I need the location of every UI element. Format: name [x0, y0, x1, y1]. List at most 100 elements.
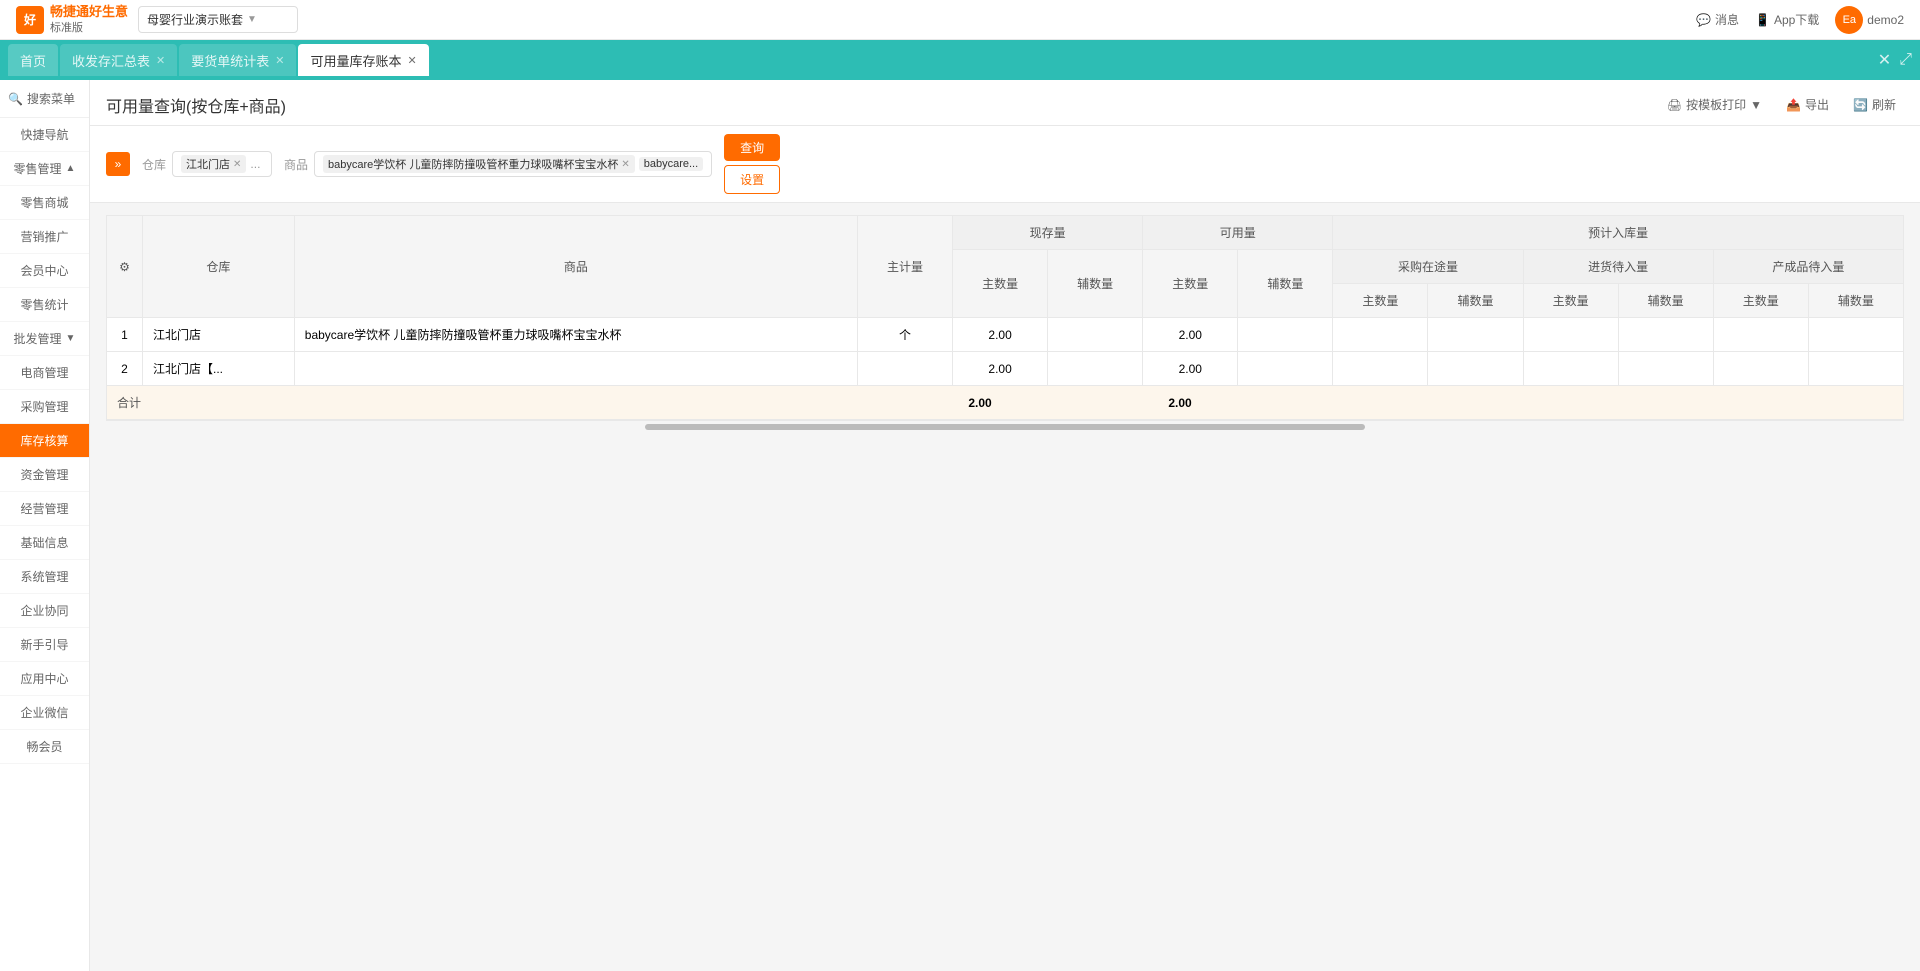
sidebar-item-finance[interactable]: 资金管理 — [0, 458, 89, 492]
purchase-label: 采购管理 — [20, 398, 68, 415]
table-row: 1 江北门店 babycare学饮杯 儿童防摔防撞吸管杯重力球吸嘴杯宝宝水杯 个… — [107, 318, 1904, 352]
purchase-transit-main: 主数量 — [1333, 284, 1428, 318]
settings-button[interactable]: 设置 — [724, 165, 780, 194]
scroll-thumb[interactable] — [645, 424, 1364, 430]
sidebar-item-operations[interactable]: 经营管理 — [0, 492, 89, 526]
row-curr-aux-0 — [1048, 318, 1143, 352]
table-current-stock-col: 现存量 — [953, 216, 1143, 250]
tab-receive-pay-close[interactable]: ✕ — [156, 54, 165, 67]
sidebar-item-ecommerce[interactable]: 电商管理 — [0, 356, 89, 390]
table-footer: 合计 2.00 2.00 — [106, 386, 1904, 420]
export-btn[interactable]: 📤 导出 — [1778, 92, 1837, 117]
table-available-qty-col: 可用量 — [1143, 216, 1333, 250]
sidebar-item-member-center[interactable]: 会员中心 — [0, 254, 89, 288]
tab-bar-actions: ✕ ⤢ — [1878, 50, 1912, 70]
data-table: ⚙ 仓库 商品 主计量 现存量 可用量 预计入库量 主数量 辅数量 主数量 辅数… — [106, 215, 1904, 386]
tab-demand-stats-close[interactable]: ✕ — [275, 54, 284, 67]
footer-label: 合计 — [117, 394, 267, 411]
brand-sub: 标准版 — [50, 21, 128, 35]
tab-available-inventory[interactable]: 可用量库存账本 ✕ — [298, 44, 428, 76]
refresh-btn[interactable]: 🔄 刷新 — [1845, 92, 1904, 117]
warehouse-tag-close[interactable]: ✕ — [233, 159, 241, 170]
sidebar-item-retail-store[interactable]: 零售商城 — [0, 186, 89, 220]
operations-label: 经营管理 — [20, 500, 68, 517]
footer-current-aux — [1030, 396, 1130, 410]
retail-store-label: 零售商城 — [20, 194, 68, 211]
product-tag-value: babycare学饮杯 儿童防摔防撞吸管杯重力球吸嘴杯宝宝水杯 — [328, 156, 618, 172]
page-header: 可用量查询(按仓库+商品) 🖨 按模板打印 ▼ 📤 导出 🔄 刷新 — [90, 80, 1920, 126]
row-prod-main-0 — [1713, 318, 1808, 352]
message-icon: 💬 — [1696, 13, 1711, 27]
sidebar-item-retail-stats[interactable]: 零售统计 — [0, 288, 89, 322]
sidebar-item-enterprise-wechat[interactable]: 企业微信 — [0, 696, 89, 730]
sidebar-item-retail-mgmt[interactable]: 零售管理 ▲ — [0, 152, 89, 186]
sidebar-item-batch-mgmt[interactable]: 批发管理 ▼ — [0, 322, 89, 356]
template-selector[interactable]: 母婴行业演示账套 ▼ — [138, 6, 298, 33]
row-curr-main-1: 2.00 — [953, 352, 1048, 386]
sidebar: 🔍 搜索菜单 快捷导航 零售管理 ▲ 零售商城 营销推广 会员中心 零售统计 批… — [0, 80, 90, 971]
content-area: 可用量查询(按仓库+商品) 🖨 按模板打印 ▼ 📤 导出 🔄 刷新 » — [90, 80, 1920, 971]
top-bar-right: 💬 消息 📱 App下载 Ea demo2 — [1696, 6, 1904, 34]
footer-available-main: 2.00 — [1130, 396, 1230, 410]
row-avail-main-1: 2.00 — [1143, 352, 1238, 386]
warehouse-tag: 江北门店 ✕ — [181, 155, 246, 173]
message-btn[interactable]: 💬 消息 — [1696, 11, 1739, 28]
newcomer-label: 新手引导 — [20, 636, 68, 653]
warehouse-tag-value: 江北门店 — [186, 156, 230, 172]
row-prod-main-1 — [1713, 352, 1808, 386]
basics-label: 基础信息 — [20, 534, 68, 551]
available-aux-qty-col: 辅数量 — [1238, 250, 1333, 318]
sidebar-item-app-center[interactable]: 应用中心 — [0, 662, 89, 696]
marketing-label: 营销推广 — [20, 228, 68, 245]
template-print-btn[interactable]: 🖨 按模板打印 ▼ — [1659, 92, 1770, 117]
sidebar-item-vip-member[interactable]: 畅会员 — [0, 730, 89, 764]
sidebar-item-purchase[interactable]: 采购管理 — [0, 390, 89, 424]
vip-member-label: 畅会员 — [26, 738, 62, 755]
search-icon: 🔍 — [8, 92, 23, 106]
filter-expand-btn[interactable]: » — [106, 152, 130, 176]
row-pend-aux-1 — [1618, 352, 1713, 386]
product-label: 商品 — [284, 156, 308, 173]
product-input[interactable]: babycare学饮杯 儿童防摔防撞吸管杯重力球吸嘴杯宝宝水杯 ✕ babyca… — [314, 151, 712, 177]
sidebar-search[interactable]: 🔍 搜索菜单 — [0, 80, 89, 118]
sidebar-item-system[interactable]: 系统管理 — [0, 560, 89, 594]
print-arrow-icon: ▼ — [1750, 98, 1762, 112]
table-settings-col[interactable]: ⚙ — [107, 216, 143, 318]
pending-goods-main: 主数量 — [1523, 284, 1618, 318]
logo-icon: 好 — [16, 6, 44, 34]
close-window-icon[interactable]: ✕ — [1878, 50, 1891, 70]
product-tag-close[interactable]: ✕ — [621, 159, 629, 170]
row-product-1 — [294, 352, 857, 386]
sidebar-item-marketing[interactable]: 营销推广 — [0, 220, 89, 254]
query-button[interactable]: 查询 — [724, 134, 780, 161]
quick-nav-label: 快捷导航 — [20, 126, 68, 143]
sidebar-item-newcomer[interactable]: 新手引导 — [0, 628, 89, 662]
tab-home[interactable]: 首页 — [8, 44, 58, 76]
chevron-icon-batch: ▼ — [66, 333, 76, 344]
sidebar-item-quick-nav[interactable]: 快捷导航 — [0, 118, 89, 152]
row-product-0: babycare学饮杯 儿童防摔防撞吸管杯重力球吸嘴杯宝宝水杯 — [294, 318, 857, 352]
warehouse-label: 仓库 — [142, 156, 166, 173]
sidebar-item-inventory[interactable]: 库存核算 — [0, 424, 89, 458]
user-area[interactable]: Ea demo2 — [1835, 6, 1904, 34]
tab-bar: 首页 收发存汇总表 ✕ 要货单统计表 ✕ 可用量库存账本 ✕ ✕ ⤢ — [0, 40, 1920, 80]
sidebar-item-basics[interactable]: 基础信息 — [0, 526, 89, 560]
brand-main: 畅捷通好生意 — [50, 4, 128, 21]
row-warehouse-0: 江北门店 — [143, 318, 295, 352]
warehouse-input[interactable]: 江北门店 ✕ ... — [172, 151, 272, 177]
filter-more-icon[interactable]: ... — [250, 157, 260, 171]
tab-home-label: 首页 — [20, 51, 46, 70]
tab-demand-stats[interactable]: 要货单统计表 ✕ — [179, 44, 296, 76]
sidebar-item-enterprise-collab[interactable]: 企业协同 — [0, 594, 89, 628]
tab-receive-pay[interactable]: 收发存汇总表 ✕ — [60, 44, 177, 76]
expand-icon[interactable]: ⤢ — [1899, 51, 1912, 69]
enterprise-wechat-label: 企业微信 — [20, 704, 68, 721]
current-main-qty-col: 主数量 — [953, 250, 1048, 318]
product-filter: 商品 babycare学饮杯 儿童防摔防撞吸管杯重力球吸嘴杯宝宝水杯 ✕ bab… — [284, 151, 712, 177]
purchase-transit-col: 采购在途量 — [1333, 250, 1523, 284]
app-download-btn[interactable]: 📱 App下载 — [1755, 11, 1819, 28]
table-planned-in-col: 预计入库量 — [1333, 216, 1904, 250]
member-center-label: 会员中心 — [20, 262, 68, 279]
tab-available-inventory-close[interactable]: ✕ — [408, 54, 417, 67]
username: demo2 — [1867, 13, 1904, 27]
